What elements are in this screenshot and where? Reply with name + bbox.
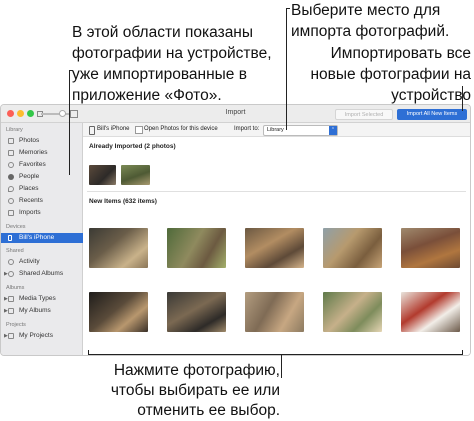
callout-leader-line [69,70,73,71]
callout-import-all: Импортировать все новые фотографии на ус… [305,43,471,106]
new-photo-2[interactable] [167,228,226,268]
sidebar-item-label: Photos [19,137,40,144]
sidebar-item-media-types[interactable]: ▶ Media Types [1,294,83,304]
new-photo-5[interactable] [401,228,460,268]
memories-icon [8,150,14,156]
callout-select-photo: Нажмите фотографию, чтобы выбирать ее ил… [110,361,280,421]
iphone-icon [89,126,95,135]
folder-icon [8,333,14,339]
sidebar-item-label: Recents [19,197,43,204]
sidebar-item-photos[interactable]: Photos [1,136,83,146]
sidebar-item-favorites[interactable]: Favorites [1,160,83,170]
import-to-value: Library [267,127,284,133]
sidebar-item-bills-iphone[interactable]: Bill's iPhone [1,233,83,243]
import-to-label: Import to: [234,126,260,132]
callout-line: фотографии на устройстве, [72,45,272,62]
new-photo-6[interactable] [89,292,148,332]
callout-leader-line [88,354,463,355]
sidebar-section-projects: Projects [6,322,26,328]
dropdown-chevron-icon: ⌃ [329,126,337,135]
callout-line: В этой области показаны [72,24,254,41]
sidebar: Library Photos Memories Favorites People… [1,123,83,355]
sidebar-item-label: Memories [19,149,48,156]
callout-line: Выберите место для [291,2,441,19]
sidebar-item-label: People [19,173,40,180]
import-all-new-items-button[interactable]: Import All New Items [397,109,467,120]
new-photo-9[interactable] [323,292,382,332]
sidebar-item-recents[interactable]: Recents [1,196,83,206]
section-divider [87,191,466,192]
callout-line: устройство [391,87,471,104]
heart-icon [8,162,14,168]
clock-icon [8,198,14,204]
sidebar-section-devices: Devices [6,224,26,230]
callout-line: чтобы выбирать ее или [110,382,280,399]
sidebar-item-my-albums[interactable]: ▶ My Albums [1,306,83,316]
sidebar-item-label: Favorites [19,161,46,168]
sidebar-item-label: Media Types [19,295,56,302]
person-icon [8,174,14,180]
sidebar-item-my-projects[interactable]: ▶ My Projects [1,331,83,341]
new-photo-1[interactable] [89,228,148,268]
callout-leader-line [281,354,282,378]
callout-leader-line [286,8,287,130]
callout-leader-line [462,86,463,111]
callout-line: уже импортированные в [72,66,247,83]
sidebar-item-people[interactable]: People [1,172,83,182]
imports-icon [8,210,14,216]
sidebar-item-label: My Projects [19,332,53,339]
new-photo-7[interactable] [167,292,226,332]
sidebar-section-albums: Albums [6,285,25,291]
sidebar-item-imports[interactable]: Imports [1,208,83,218]
sidebar-section-shared: Shared [6,248,24,254]
callout-line: импорта фотографий. [291,23,450,40]
new-photo-10[interactable] [401,292,460,332]
callout-line: Нажмите фотографию, [113,362,280,379]
sidebar-item-label: Activity [19,258,40,265]
pin-icon [8,186,14,192]
callout-leader-line [69,70,70,175]
folder-icon [8,308,14,314]
callout-line: Импортировать все [330,45,471,62]
sidebar-item-label: Shared Albums [19,270,64,277]
callout-leader-line [286,8,290,9]
iphone-icon [8,235,12,241]
sidebar-item-label: Bill's iPhone [19,234,55,241]
device-name: Bill's iPhone [97,126,130,132]
callout-already-imported: В этой области показаны фотографии на ус… [72,22,282,106]
import-window: Import Import Selected Import All New It… [0,104,471,356]
import-selected-button[interactable]: Import Selected [335,109,393,120]
callout-line: отменить ее выбор. [137,402,280,419]
new-photo-4[interactable] [323,228,382,268]
title-bar: Import Import Selected Import All New It… [1,105,470,123]
new-photo-3[interactable] [245,228,304,268]
sidebar-section-library: Library [6,127,23,133]
already-imported-header: Already Imported (2 photos) [89,143,176,150]
import-toolbar: Bill's iPhone Open Photos for this devic… [83,123,470,137]
imported-photo-1[interactable] [89,165,116,185]
sidebar-item-label: My Albums [19,307,51,314]
new-photo-8[interactable] [245,292,304,332]
cloud-icon [8,259,14,265]
open-photos-label: Open Photos for this device [144,126,218,132]
callout-line: приложение «Фото». [72,87,222,104]
open-photos-checkbox[interactable] [135,126,143,134]
photos-icon [8,138,14,144]
sidebar-item-label: Imports [19,209,41,216]
import-content: Bill's iPhone Open Photos for this devic… [83,123,470,355]
sidebar-item-shared-albums[interactable]: ▶ Shared Albums [1,269,83,279]
cloud-icon [8,271,14,277]
imported-photo-2[interactable] [121,165,150,185]
new-items-header: New Items (632 items) [89,198,157,205]
sidebar-item-label: Places [19,185,39,192]
import-to-dropdown[interactable]: Library ⌃ [263,125,338,136]
callout-leader-line [462,350,463,355]
folder-icon [8,296,14,302]
sidebar-item-activity[interactable]: Activity [1,257,83,267]
callout-line: новые фотографии на [310,66,471,83]
sidebar-item-memories[interactable]: Memories [1,148,83,158]
sidebar-item-places[interactable]: Places [1,184,83,194]
callout-import-location: Выберите место для импорта фотографий. [291,0,471,42]
